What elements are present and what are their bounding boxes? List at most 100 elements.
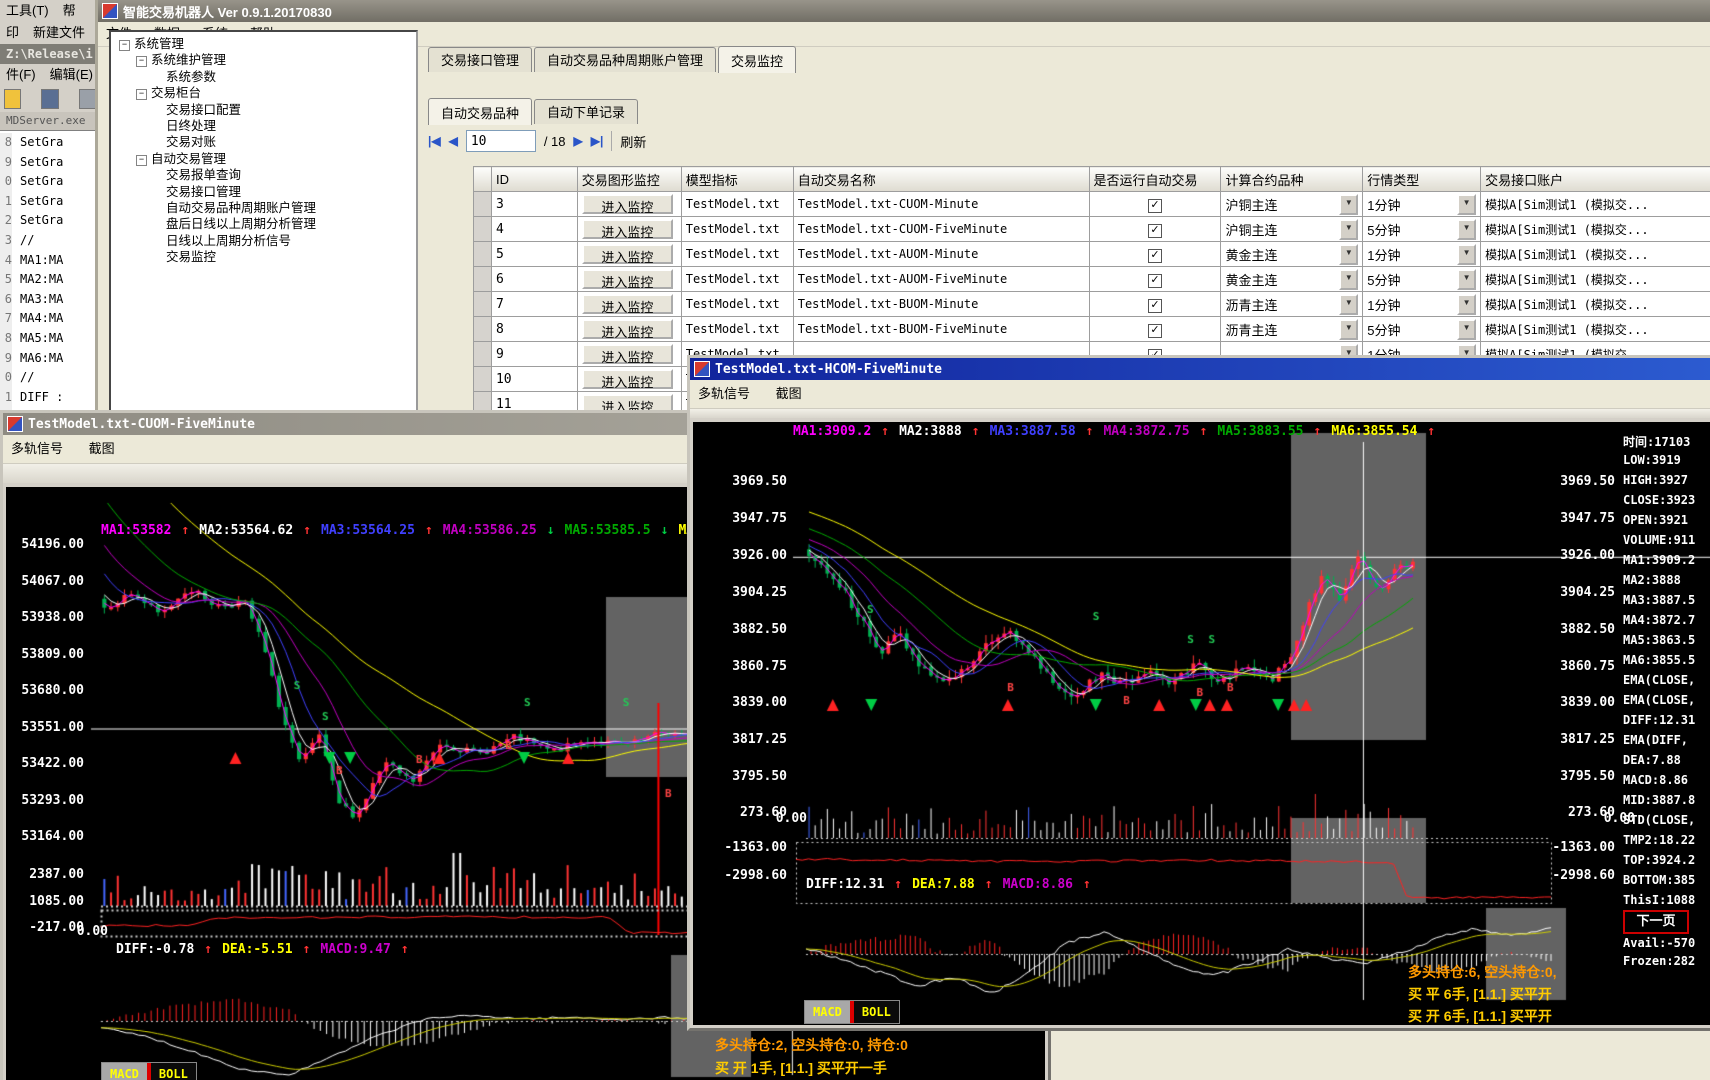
chart1-menu-screenshot[interactable]: 截图 <box>89 441 115 456</box>
row-selector[interactable] <box>473 341 492 367</box>
copy-icon[interactable] <box>78 89 96 109</box>
editor-menu-tools[interactable]: 工具(T) <box>6 3 49 18</box>
sidebar-item-12[interactable]: 日线以上周期分析信号 <box>115 233 416 249</box>
cell-instrument-dropdown[interactable]: 沥青主连 ▼ <box>1225 293 1359 315</box>
boll-button[interactable]: BOLL <box>853 1001 899 1023</box>
cell-period-dropdown[interactable]: 1分钟 ▼ <box>1367 243 1477 265</box>
chevron-down-icon[interactable]: ▼ <box>1339 243 1359 265</box>
enter-monitor-button[interactable]: 进入监控 <box>581 318 673 340</box>
chevron-down-icon[interactable]: ▼ <box>1457 218 1477 240</box>
chart2-titlebar[interactable]: TestModel.txt-HCOM-FiveMinute <box>690 358 1710 380</box>
main-titlebar[interactable]: 智能交易机器人 Ver 0.9.1.20170830 <box>98 0 1710 22</box>
sidebar-item-9[interactable]: 交易接口管理 <box>115 184 416 200</box>
tab-0[interactable]: 交易接口管理 <box>428 47 533 72</box>
cell-instrument-dropdown[interactable]: 黄金主连 ▼ <box>1225 243 1359 265</box>
next-page-button[interactable]: 下一页 <box>1623 910 1689 934</box>
sidebar-item-1[interactable]: − 系统维护管理 <box>115 52 416 68</box>
refresh-button[interactable]: 刷新 <box>620 132 646 151</box>
column-header-1[interactable]: 交易图形监控 <box>576 166 682 192</box>
next-page-button[interactable]: ▶ <box>574 134 583 148</box>
chevron-down-icon[interactable]: ▼ <box>1457 243 1477 265</box>
chevron-down-icon[interactable]: ▼ <box>1339 193 1359 215</box>
print-button[interactable]: 印 <box>6 25 19 40</box>
chevron-down-icon[interactable]: ▼ <box>1339 218 1359 240</box>
cell-period-dropdown[interactable]: 5分钟 ▼ <box>1367 218 1477 240</box>
chevron-down-icon[interactable]: ▼ <box>1339 268 1359 290</box>
chart2-menu-screenshot[interactable]: 截图 <box>776 386 802 401</box>
tab-1[interactable]: 自动交易品种周期账户管理 <box>534 47 717 72</box>
chevron-down-icon[interactable]: ▼ <box>1457 193 1477 215</box>
chart-window-hcom[interactable]: TestModel.txt-HCOM-FiveMinute 多轨信号 截图 MA… <box>687 355 1710 1031</box>
cell-period-dropdown[interactable]: 1分钟 ▼ <box>1367 193 1477 215</box>
cell-period-dropdown[interactable]: 5分钟 ▼ <box>1367 268 1477 290</box>
enter-monitor-button[interactable]: 进入监控 <box>581 343 673 365</box>
row-selector[interactable] <box>473 316 492 342</box>
sidebar-item-7[interactable]: − 自动交易管理 <box>115 151 416 167</box>
enter-monitor-button[interactable]: 进入监控 <box>581 193 673 215</box>
column-header-5[interactable]: 计算合约品种 <box>1220 166 1364 192</box>
chart2-menu-signal[interactable]: 多轨信号 <box>698 386 750 401</box>
enter-monitor-button[interactable]: 进入监控 <box>581 293 673 315</box>
sidebar-item-0[interactable]: − 系统管理 <box>115 36 416 52</box>
macd-button[interactable]: MACD <box>102 1063 147 1080</box>
tree-expand-icon[interactable]: − <box>136 56 147 68</box>
page-number-input[interactable] <box>465 130 536 152</box>
enter-monitor-button[interactable]: 进入监控 <box>581 368 673 390</box>
editor-doc-tab[interactable]: MDServer.exe <box>0 112 110 130</box>
run-checkbox[interactable]: ✓ <box>1147 273 1162 288</box>
cell-instrument-dropdown[interactable]: 沪铜主连 ▼ <box>1225 193 1359 215</box>
chevron-down-icon[interactable]: ▼ <box>1457 318 1477 340</box>
column-header-4[interactable]: 是否运行自动交易 <box>1088 166 1222 192</box>
new-file-button[interactable]: 新建文件 <box>33 25 85 40</box>
chart1-menu-signal[interactable]: 多轨信号 <box>11 441 63 456</box>
row-selector[interactable] <box>473 216 492 242</box>
run-checkbox[interactable]: ✓ <box>1147 298 1162 313</box>
tree-expand-icon[interactable]: − <box>136 89 147 101</box>
column-header-0[interactable]: ID <box>490 166 578 192</box>
chevron-down-icon[interactable]: ▼ <box>1339 318 1359 340</box>
save-icon[interactable] <box>41 89 59 109</box>
cell-period-dropdown[interactable]: 5分钟 ▼ <box>1367 318 1477 340</box>
sidebar-item-13[interactable]: 交易监控 <box>115 249 416 265</box>
enter-monitor-button[interactable]: 进入监控 <box>581 218 673 240</box>
open-file-icon[interactable] <box>4 89 22 109</box>
editor-menu-file[interactable]: 件(F) <box>6 67 36 82</box>
sidebar-item-3[interactable]: − 交易柜台 <box>115 85 416 101</box>
sidebar-item-8[interactable]: 交易报单查询 <box>115 167 416 183</box>
sidebar-item-6[interactable]: 交易对账 <box>115 134 416 150</box>
cell-instrument-dropdown[interactable]: 沪铜主连 ▼ <box>1225 218 1359 240</box>
run-checkbox[interactable]: ✓ <box>1147 248 1162 263</box>
chevron-down-icon[interactable]: ▼ <box>1457 268 1477 290</box>
sidebar-item-10[interactable]: 自动交易品种周期账户管理 <box>115 200 416 216</box>
row-selector[interactable] <box>473 241 492 267</box>
sidebar-item-5[interactable]: 日终处理 <box>115 118 416 134</box>
row-selector[interactable] <box>473 266 492 292</box>
run-checkbox[interactable]: ✓ <box>1147 223 1162 238</box>
cell-instrument-dropdown[interactable]: 黄金主连 ▼ <box>1225 268 1359 290</box>
sidebar-item-2[interactable]: 系统参数 <box>115 69 416 85</box>
boll-button[interactable]: BOLL <box>150 1063 196 1080</box>
row-selector[interactable] <box>473 366 492 392</box>
enter-monitor-button[interactable]: 进入监控 <box>581 268 673 290</box>
enter-monitor-button[interactable]: 进入监控 <box>581 243 673 265</box>
prev-page-button[interactable]: ◀ <box>449 134 458 148</box>
editor-menu-edit[interactable]: 编辑(E) <box>50 67 93 82</box>
editor-menu-help[interactable]: 帮 <box>63 3 76 18</box>
last-page-button[interactable]: ▶| <box>591 134 604 148</box>
cell-instrument-dropdown[interactable]: 沥青主连 ▼ <box>1225 318 1359 340</box>
column-header-2[interactable]: 模型指标 <box>680 166 794 192</box>
cell-period-dropdown[interactable]: 1分钟 ▼ <box>1367 293 1477 315</box>
run-checkbox[interactable]: ✓ <box>1147 198 1162 213</box>
column-header-7[interactable]: 交易接口账户 <box>1480 166 1710 192</box>
column-header-3[interactable]: 自动交易名称 <box>792 166 1090 192</box>
sidebar-item-11[interactable]: 盘后日线以上周期分析管理 <box>115 216 416 232</box>
macd-button[interactable]: MACD <box>805 1001 850 1023</box>
row-selector[interactable] <box>473 291 492 317</box>
chevron-down-icon[interactable]: ▼ <box>1339 293 1359 315</box>
run-checkbox[interactable]: ✓ <box>1147 323 1162 338</box>
tab-2[interactable]: 交易监控 <box>718 46 797 73</box>
first-page-button[interactable]: |◀ <box>428 134 441 148</box>
column-header-6[interactable]: 行情类型 <box>1362 166 1482 192</box>
row-selector[interactable] <box>473 191 492 217</box>
sidebar-item-4[interactable]: 交易接口配置 <box>115 102 416 118</box>
